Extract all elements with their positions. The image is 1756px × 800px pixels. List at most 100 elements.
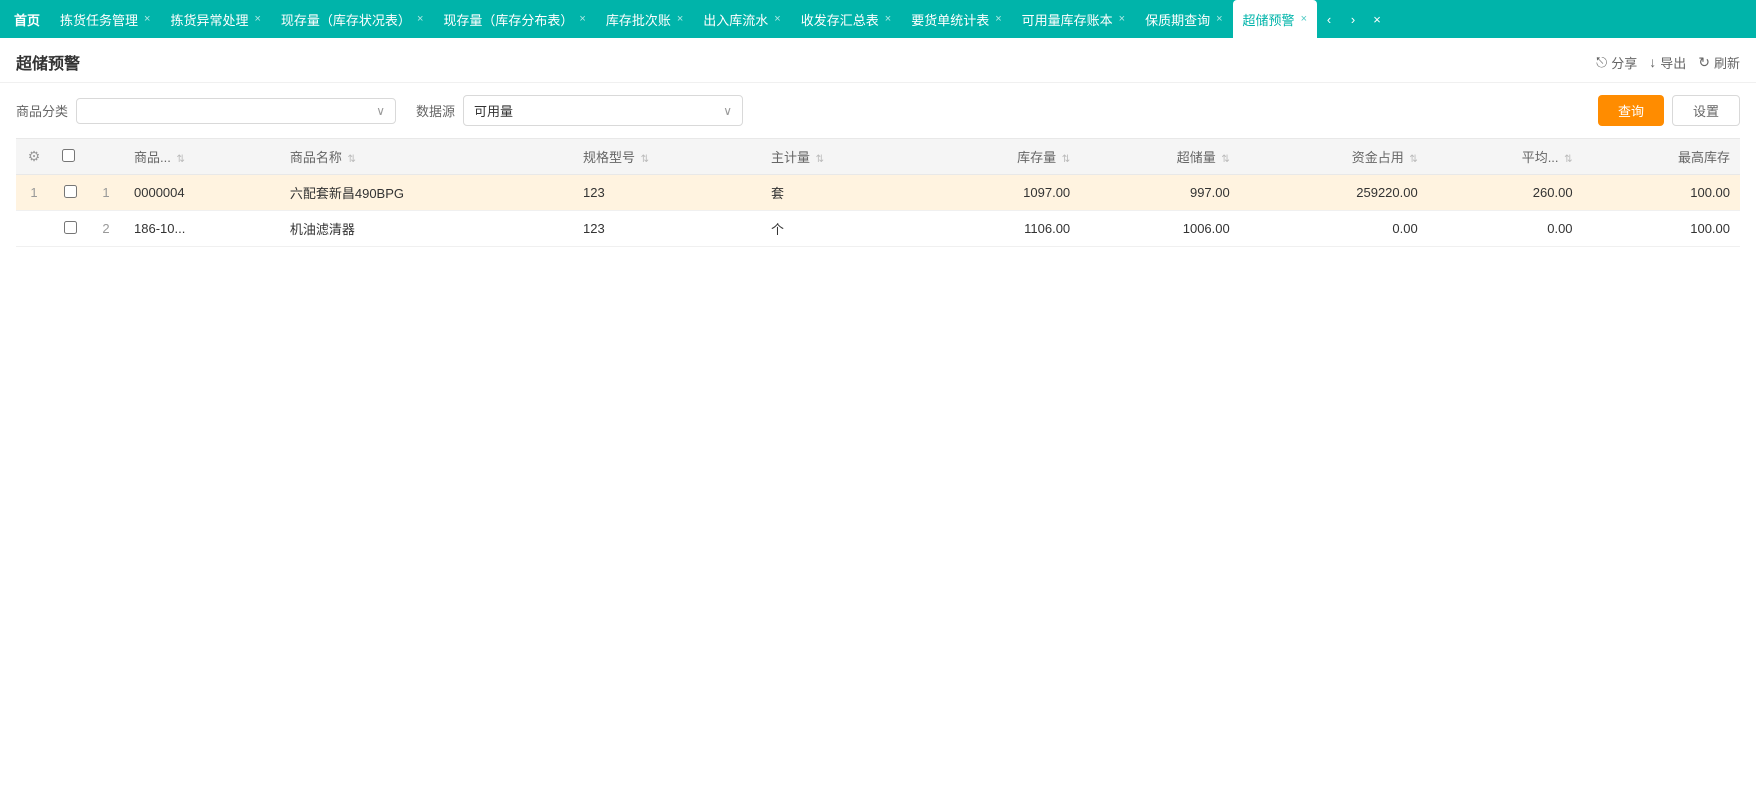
page-header: 超储预警 ⎋ 分享 ↓ 导出 ↻ 刷新 bbox=[0, 38, 1756, 83]
top-navigation: 首页 拣货任务管理 × 拣货异常处理 × 现存量（库存状况表） × 现存量（库存… bbox=[0, 0, 1756, 38]
col-header-spec[interactable]: 规格型号 ⇅ bbox=[573, 139, 761, 175]
close-tab-4-icon[interactable]: × bbox=[579, 13, 585, 25]
header-actions: ⎋ 分享 ↓ 导出 ↻ 刷新 bbox=[1596, 53, 1740, 72]
page-container: 超储预警 ⎋ 分享 ↓ 导出 ↻ 刷新 商品分类 ∨ 数据源 bbox=[0, 38, 1756, 800]
close-tab-5-icon[interactable]: × bbox=[677, 13, 683, 25]
nav-tab-4[interactable]: 现存量（库存分布表） × bbox=[433, 0, 595, 38]
row2-avg: 0.00 bbox=[1428, 211, 1583, 247]
row2-unit: 个 bbox=[761, 211, 921, 247]
table-container: ⚙ 商品... ⇅ 商品名称 ⇅ bbox=[0, 138, 1756, 263]
row1-stock: 1097.00 bbox=[921, 175, 1081, 211]
close-tab-9-icon[interactable]: × bbox=[1119, 13, 1125, 25]
close-tab-1-icon[interactable]: × bbox=[144, 13, 150, 25]
row2-capital: 0.00 bbox=[1240, 211, 1428, 247]
sort-name-icon: ⇅ bbox=[348, 154, 356, 165]
export-button[interactable]: ↓ 导出 bbox=[1649, 53, 1686, 72]
col-header-settings: ⚙ bbox=[16, 139, 52, 175]
share-button[interactable]: ⎋ 分享 bbox=[1596, 53, 1637, 72]
datasource-select-value: 可用量 bbox=[474, 101, 513, 120]
nav-home[interactable]: 首页 bbox=[4, 0, 50, 38]
col-header-code[interactable]: 商品... ⇅ bbox=[124, 139, 280, 175]
nav-arrow-right[interactable]: › bbox=[1341, 0, 1365, 38]
category-chevron-down-icon: ∨ bbox=[376, 104, 385, 118]
row1-capital: 259220.00 bbox=[1240, 175, 1428, 211]
datasource-select[interactable]: 可用量 ∨ bbox=[463, 95, 743, 126]
col-header-maxstock[interactable]: 最高库存 bbox=[1583, 139, 1740, 175]
nav-tab-8[interactable]: 要货单统计表 × bbox=[901, 0, 1011, 38]
row1-code: 0000004 bbox=[124, 175, 280, 211]
category-select[interactable]: ∨ bbox=[76, 98, 396, 124]
filter-actions: 查询 设置 bbox=[1598, 95, 1740, 126]
nav-tab-3[interactable]: 现存量（库存状况表） × bbox=[271, 0, 433, 38]
filter-bar: 商品分类 ∨ 数据源 可用量 ∨ 查询 设置 bbox=[0, 83, 1756, 138]
settings-button[interactable]: 设置 bbox=[1672, 95, 1740, 126]
row1-num: 1 bbox=[16, 175, 52, 211]
sort-avg-icon: ⇅ bbox=[1564, 154, 1572, 165]
sort-unit-icon: ⇅ bbox=[816, 154, 824, 165]
close-tab-3-icon[interactable]: × bbox=[417, 13, 423, 25]
row2-spec: 123 bbox=[573, 211, 761, 247]
row2-stock: 1106.00 bbox=[921, 211, 1081, 247]
row2-maxstock: 100.00 bbox=[1583, 211, 1740, 247]
row2-num bbox=[16, 211, 52, 247]
sort-capital-icon: ⇅ bbox=[1409, 154, 1417, 165]
row2-over: 1006.00 bbox=[1080, 211, 1240, 247]
nav-tab-11[interactable]: 超储预警 × bbox=[1233, 0, 1317, 38]
row2-checkbox-cell bbox=[52, 211, 88, 247]
sort-code-icon: ⇅ bbox=[176, 154, 184, 165]
sort-stock-icon: ⇅ bbox=[1062, 154, 1070, 165]
main-table: ⚙ 商品... ⇅ 商品名称 ⇅ bbox=[16, 138, 1740, 247]
close-tab-6-icon[interactable]: × bbox=[774, 13, 780, 25]
close-tab-7-icon[interactable]: × bbox=[885, 13, 891, 25]
table-row: 1 1 0000004 六配套新昌490BPG 123 套 1097.00 99… bbox=[16, 175, 1740, 211]
nav-tab-5[interactable]: 库存批次账 × bbox=[596, 0, 693, 38]
nav-tab-6[interactable]: 出入库流水 × bbox=[693, 0, 790, 38]
close-tab-2-icon[interactable]: × bbox=[254, 13, 260, 25]
close-tab-8-icon[interactable]: × bbox=[995, 13, 1001, 25]
select-all-checkbox[interactable] bbox=[62, 149, 75, 162]
row1-index: 1 bbox=[88, 175, 124, 211]
query-button[interactable]: 查询 bbox=[1598, 95, 1664, 126]
table-row: 2 186-10... 机油滤清器 123 个 1106.00 1006.00 … bbox=[16, 211, 1740, 247]
col-header-over[interactable]: 超储量 ⇅ bbox=[1080, 139, 1240, 175]
close-tab-11-icon[interactable]: × bbox=[1301, 13, 1307, 25]
category-filter: 商品分类 ∨ bbox=[16, 98, 396, 124]
row1-avg: 260.00 bbox=[1428, 175, 1583, 211]
datasource-label: 数据源 bbox=[416, 101, 455, 120]
nav-tab-10[interactable]: 保质期查询 × bbox=[1135, 0, 1232, 38]
col-header-rownum bbox=[88, 139, 124, 175]
col-header-avg[interactable]: 平均... ⇅ bbox=[1428, 139, 1583, 175]
col-header-name[interactable]: 商品名称 ⇅ bbox=[280, 139, 573, 175]
col-header-capital[interactable]: 资金占用 ⇅ bbox=[1240, 139, 1428, 175]
row2-code: 186-10... bbox=[124, 211, 280, 247]
row1-checkbox[interactable] bbox=[64, 185, 77, 198]
table-header-row: ⚙ 商品... ⇅ 商品名称 ⇅ bbox=[16, 139, 1740, 175]
close-tab-10-icon[interactable]: × bbox=[1216, 13, 1222, 25]
row1-unit: 套 bbox=[761, 175, 921, 211]
row2-checkbox[interactable] bbox=[64, 221, 77, 234]
nav-tab-1[interactable]: 拣货任务管理 × bbox=[50, 0, 160, 38]
row1-maxstock: 100.00 bbox=[1583, 175, 1740, 211]
nav-arrow-left[interactable]: ‹ bbox=[1317, 0, 1341, 38]
nav-tab-7[interactable]: 收发存汇总表 × bbox=[791, 0, 901, 38]
category-label: 商品分类 bbox=[16, 101, 68, 120]
refresh-icon: ↻ bbox=[1698, 54, 1710, 71]
row1-over: 997.00 bbox=[1080, 175, 1240, 211]
sort-spec-icon: ⇅ bbox=[641, 154, 649, 165]
datasource-chevron-down-icon: ∨ bbox=[723, 104, 732, 118]
col-header-checkbox bbox=[52, 139, 88, 175]
col-header-stock[interactable]: 库存量 ⇅ bbox=[921, 139, 1081, 175]
row1-name: 六配套新昌490BPG bbox=[280, 175, 573, 211]
nav-tab-2[interactable]: 拣货异常处理 × bbox=[160, 0, 270, 38]
refresh-button[interactable]: ↻ 刷新 bbox=[1698, 53, 1740, 72]
page-title: 超储预警 bbox=[16, 50, 80, 74]
row1-spec: 123 bbox=[573, 175, 761, 211]
share-icon: ⎋ bbox=[1596, 54, 1607, 71]
col-header-unit[interactable]: 主计量 ⇅ bbox=[761, 139, 921, 175]
table-settings-gear-icon[interactable]: ⚙ bbox=[28, 148, 41, 165]
export-icon: ↓ bbox=[1649, 54, 1656, 70]
row2-name: 机油滤清器 bbox=[280, 211, 573, 247]
nav-tab-9[interactable]: 可用量库存账本 × bbox=[1012, 0, 1135, 38]
row2-index: 2 bbox=[88, 211, 124, 247]
nav-arrow-more[interactable]: × bbox=[1365, 0, 1389, 38]
